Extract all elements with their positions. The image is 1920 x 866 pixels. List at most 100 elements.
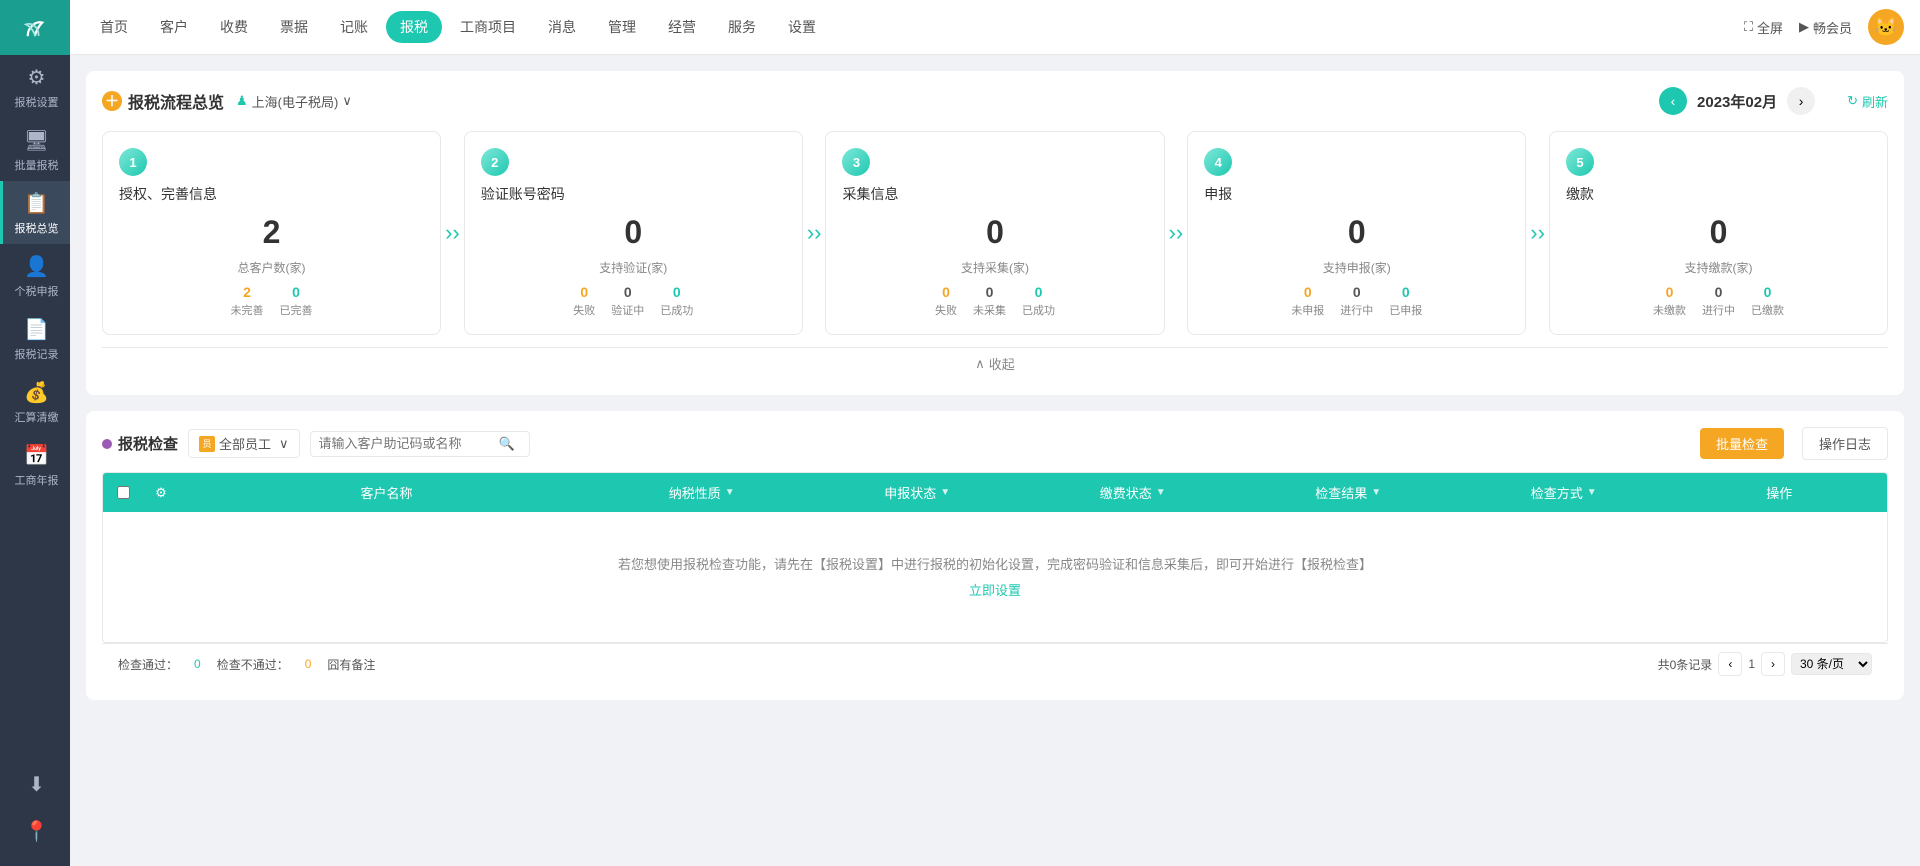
topnav-right: ⛶ 全屏 ▶ 畅会员 🐱 (1744, 9, 1904, 45)
sidebar-item-tax-overview[interactable]: 📋 报税总览 (0, 181, 70, 244)
fail-count[interactable]: 0 (305, 657, 312, 671)
step-stat-5-2: 0 已缴款 (1751, 284, 1784, 318)
topnav-settings[interactable]: 设置 (774, 11, 830, 43)
sidebar-item-tax-records[interactable]: 📄 报税记录 (0, 307, 70, 370)
topnav-message[interactable]: 消息 (534, 11, 590, 43)
membership-btn[interactable]: ▶ 畅会员 (1799, 18, 1852, 37)
topnav-invoice[interactable]: 票据 (266, 11, 322, 43)
tax-settings-icon: ⚙ (28, 65, 46, 90)
plus-icon: ＋ (102, 91, 122, 111)
step-sub-2: 支持验证(家) (481, 259, 786, 276)
step-sub-3: 支持采集(家) (842, 259, 1147, 276)
topnav-business[interactable]: 工商项目 (446, 11, 530, 43)
prev-month-btn[interactable]: ‹ (1659, 87, 1687, 115)
th-checkbox[interactable] (103, 476, 143, 509)
next-month-btn[interactable]: › (1787, 87, 1815, 115)
flow-arrow-1: ›› (441, 131, 464, 335)
step-sub-1: 总客户数(家) (119, 259, 424, 276)
th-gear[interactable]: ⚙ (143, 475, 179, 511)
sidebar-item-batch-tax[interactable]: 🖥 批量报税 (0, 118, 70, 181)
sidebar-item-annual-report[interactable]: 📅 工商年报 (0, 433, 70, 496)
step-main-num-3: 0 (842, 214, 1147, 251)
fullscreen-icon: ⛶ (1744, 19, 1753, 35)
check-dot-icon (102, 439, 112, 449)
flow-arrow-4: ›› (1526, 131, 1549, 335)
step-sub-5: 支持缴款(家) (1566, 259, 1871, 276)
location-chevron-icon: ∨ (342, 93, 352, 109)
sidebar-item-location[interactable]: 📍 (0, 809, 70, 856)
topnav-customer[interactable]: 客户 (146, 11, 202, 43)
step-name-1: 授权、完善信息 (119, 184, 424, 204)
pagination: 共0条记录 ‹ 1 › 30 条/页 50 条/页 100 条/页 (1658, 652, 1872, 676)
step-stat-4-0: 0 未申报 (1291, 284, 1324, 318)
step-stat-5-0: 0 未缴款 (1653, 284, 1686, 318)
step-num-3: 3 (842, 148, 870, 176)
flow-arrow-2: ›› (803, 131, 826, 335)
step-stat-4-2: 0 已申报 (1389, 284, 1422, 318)
collapse-bar[interactable]: ∧ 收起 (102, 348, 1888, 379)
topnav-accounting[interactable]: 记账 (326, 11, 382, 43)
fullscreen-btn[interactable]: ⛶ 全屏 (1744, 18, 1783, 37)
sidebar-item-personal-tax[interactable]: 👤 个税申报 (0, 244, 70, 307)
topnav-service[interactable]: 服务 (714, 11, 770, 43)
sidebar-logo[interactable] (0, 0, 70, 55)
next-page-btn[interactable]: › (1761, 652, 1785, 676)
topnav-management[interactable]: 管理 (594, 11, 650, 43)
tax-overview-icon: 📋 (24, 191, 49, 216)
step-stat-5-1: 0 进行中 (1702, 284, 1735, 318)
flow-steps: 1 授权、完善信息 2 总客户数(家) 2 未完善 0 已完善 (102, 131, 1888, 335)
tax-check-card: 报税检查 员 全部员工 ∨ 🔍 批量检查 操作日志 (86, 411, 1904, 700)
sidebar-item-tax-settings[interactable]: ⚙ 报税设置 (0, 55, 70, 118)
filter-icon-2[interactable]: ▼ (940, 487, 950, 498)
prev-page-btn[interactable]: ‹ (1718, 652, 1742, 676)
page-size-select[interactable]: 30 条/页 50 条/页 100 条/页 (1791, 653, 1872, 675)
pass-count[interactable]: 0 (194, 657, 201, 671)
th-customer-name: 客户名称 (179, 473, 594, 512)
flow-step-1: 1 授权、完善信息 2 总客户数(家) 2 未完善 0 已完善 (102, 131, 441, 335)
staff-select[interactable]: 员 全部员工 ∨ (188, 429, 300, 458)
pass-label: 检查通过： (118, 656, 178, 673)
filter-icon-3[interactable]: ▼ (1156, 487, 1166, 498)
gear-icon: ⚙ (155, 485, 167, 501)
topnav-tax[interactable]: 报税 (386, 11, 442, 43)
filter-icon-4[interactable]: ▼ (1371, 487, 1381, 498)
sidebar-item-download[interactable]: ⬇ (0, 762, 70, 809)
step-name-5: 缴款 (1566, 184, 1871, 204)
table-footer: 检查通过： 0 检查不通过： 0 囧有备注 共0条记录 ‹ 1 › 30 条/页… (102, 643, 1888, 684)
sidebar-item-settlement[interactable]: 💰 汇算清缴 (0, 370, 70, 433)
step-main-num-2: 0 (481, 214, 786, 251)
batch-check-button[interactable]: 批量检查 (1700, 428, 1784, 459)
membership-icon: ▶ (1799, 19, 1809, 35)
batch-tax-icon: 🖥 (24, 128, 49, 153)
step-stat-1-1: 0 已完善 (280, 284, 313, 318)
location-tag[interactable]: ♟ 上海(电子税局) ∨ (236, 92, 352, 111)
filter-icon-1[interactable]: ▼ (725, 487, 735, 498)
topnav-home[interactable]: 首页 (86, 11, 142, 43)
topnav: 首页 客户 收费 票据 记账 报税 工商项目 消息 管理 经营 服务 设置 ⛶ … (70, 0, 1920, 55)
search-input[interactable] (319, 436, 499, 451)
setup-link[interactable]: 立即设置 (969, 583, 1021, 598)
collapse-up-icon: ∧ (975, 356, 985, 372)
step-name-3: 采集信息 (842, 184, 1147, 204)
search-icon[interactable]: 🔍 (499, 436, 515, 452)
filter-icon-5[interactable]: ▼ (1587, 487, 1597, 498)
th-tax-nature: 纳税性质 ▼ (594, 473, 810, 512)
topnav-billing[interactable]: 收费 (206, 11, 262, 43)
step-main-num-4: 0 (1204, 214, 1509, 251)
refresh-icon: ↻ (1847, 93, 1858, 109)
table-body: 若您想使用报税检查功能，请先在【报税设置】中进行报税的初始化设置，完成密码验证和… (103, 512, 1887, 642)
refresh-btn[interactable]: ↻ 刷新 (1847, 92, 1888, 111)
oplog-button[interactable]: 操作日志 (1802, 427, 1888, 460)
step-num-1: 1 (119, 148, 147, 176)
step-num-4: 4 (1204, 148, 1232, 176)
table-empty-state: 若您想使用报税检查功能，请先在【报税设置】中进行报税的初始化设置，完成密码验证和… (103, 512, 1887, 642)
topnav-operations[interactable]: 经营 (654, 11, 710, 43)
step-main-num-5: 0 (1566, 214, 1871, 251)
select-all-checkbox[interactable] (117, 486, 130, 499)
avatar[interactable]: 🐱 (1868, 9, 1904, 45)
search-box: 🔍 (310, 431, 530, 457)
content: ＋ 报税流程总览 ♟ 上海(电子税局) ∨ ‹ 2023年02月 › ↻ 刷新 (70, 55, 1920, 866)
tax-check-table: ⚙ 客户名称 纳税性质 ▼ 申报状态 ▼ 缴费状态 ▼ (102, 472, 1888, 643)
th-declare-status: 申报状态 ▼ (810, 473, 1026, 512)
table-header: ⚙ 客户名称 纳税性质 ▼ 申报状态 ▼ 缴费状态 ▼ (103, 473, 1887, 512)
